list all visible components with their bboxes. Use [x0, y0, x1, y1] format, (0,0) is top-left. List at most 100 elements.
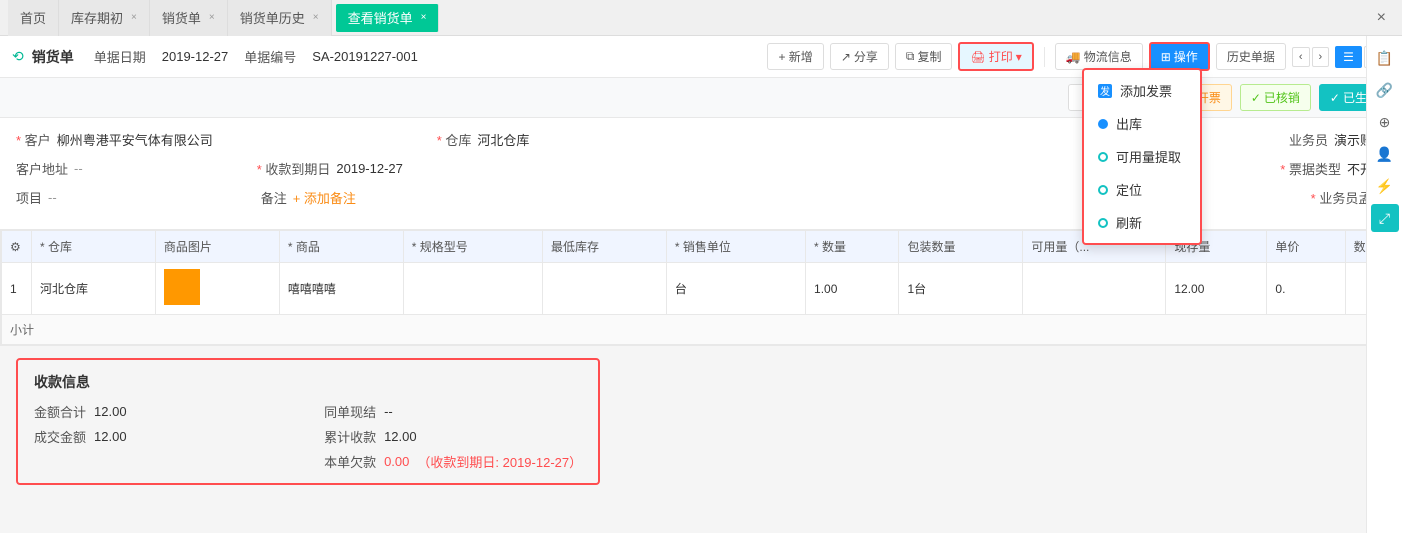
dropdown-menu: 发 添加发票 出库 可用量提取 定位 刷新 — [1082, 68, 1202, 245]
dropdown-outbound[interactable]: 出库 — [1084, 107, 1200, 140]
same-order-label: 同单现结 — [324, 402, 376, 421]
right-sidebar: 📋 🔗 ⊕ 👤 ⚡ ⤢ — [1366, 36, 1402, 533]
history-button[interactable]: 历史单据 — [1216, 43, 1286, 70]
tab-view-sale[interactable]: 查看销货单 × — [336, 4, 440, 32]
same-order-value: -- — [384, 404, 393, 419]
project-field: 项目 -- — [16, 188, 57, 207]
toolbar-actions: + 新增 ↗ 分享 ⧉ 复制 🖨 打印 ▾ 🚚 物流信息 — [767, 42, 1390, 71]
sidebar-user-icon[interactable]: 👤 — [1371, 140, 1399, 168]
tab-view-sale-close[interactable]: × — [421, 12, 427, 23]
th-unit: * 销售单位 — [666, 231, 805, 263]
confirm-button[interactable]: ✓ 已核销 — [1240, 84, 1311, 111]
data-table: ⚙ * 仓库 商品图片 * 商品 * 规格型号 最低库存 * 销售单位 * 数量… — [1, 230, 1401, 345]
address-label: 客户地址 — [16, 159, 68, 178]
copy-button[interactable]: ⧉ 复制 — [895, 43, 953, 70]
operate-icon: ⊞ — [1161, 50, 1171, 64]
no-label: 单据编号 — [244, 47, 296, 66]
cumulative-row: 累计收款 12.00 — [324, 427, 582, 446]
operate-button[interactable]: ⊞ 操作 — [1149, 42, 1210, 71]
tab-bar: 首页 库存期初 × 销货单 × 销货单历史 × 查看销货单 × × — [0, 0, 1402, 36]
sidebar-flash-icon[interactable]: ⚡ — [1371, 172, 1399, 200]
project-value: -- — [48, 190, 57, 205]
due-date-label: * 收款到期日 — [257, 159, 331, 178]
doc-meta: 单据日期 2019-12-27 单据编号 SA-20191227-001 — [94, 47, 418, 66]
date-value: 2019-12-27 — [162, 49, 229, 64]
dropdown-available[interactable]: 可用量提取 — [1084, 140, 1200, 173]
transaction-label: 成交金额 — [34, 427, 86, 446]
payment-title: 收款信息 — [34, 372, 582, 392]
total-label: 金额合计 — [34, 402, 86, 421]
salesperson2-label: * 业务员孟 — [1311, 188, 1372, 207]
dropdown-locate[interactable]: 定位 — [1084, 173, 1200, 206]
invoice-icon: 发 — [1098, 84, 1112, 98]
th-qty: * 数量 — [806, 231, 899, 263]
new-button[interactable]: + 新增 — [767, 43, 823, 70]
subtotal-row: 小计 — [2, 315, 1401, 345]
sidebar-link-icon[interactable]: 🔗 — [1371, 76, 1399, 104]
payment-grid: 金额合计 12.00 同单现结 -- 成交金额 12.00 累计收款 12.00 — [34, 402, 582, 471]
list-view-button[interactable]: ☰ — [1335, 46, 1362, 68]
cell-qty: 1.00 — [806, 263, 899, 315]
tab-sale-history[interactable]: 销货单历史 × — [228, 0, 332, 36]
warehouse-label: * 仓库 — [437, 130, 472, 149]
cell-spec — [403, 263, 542, 315]
tab-inventory-close[interactable]: × — [131, 12, 137, 23]
project-label: 项目 — [16, 188, 42, 207]
cell-img — [155, 263, 279, 315]
cell-available — [1023, 263, 1166, 315]
cell-price: 0. — [1267, 263, 1345, 315]
divider-1 — [1044, 47, 1045, 67]
tab-home[interactable]: 首页 — [8, 0, 59, 36]
next-button[interactable]: › — [1312, 47, 1330, 67]
check-icon: ✓ — [1251, 91, 1261, 105]
prev-button[interactable]: ‹ — [1292, 47, 1310, 67]
print-icon: 🖨 — [970, 50, 985, 64]
logistics-button[interactable]: 🚚 物流信息 — [1055, 43, 1143, 70]
address-value: -- — [74, 161, 83, 176]
salesperson-label: 业务员 — [1289, 130, 1328, 149]
dropdown-refresh[interactable]: 刷新 — [1084, 206, 1200, 239]
sidebar-add-icon[interactable]: ⊕ — [1371, 108, 1399, 136]
locate-icon — [1098, 185, 1108, 195]
cell-pack: 1台 — [899, 263, 1023, 315]
th-gear[interactable]: ⚙ — [2, 231, 32, 263]
add-note[interactable]: + 添加备注 — [293, 188, 356, 207]
th-product: * 商品 — [279, 231, 403, 263]
share-button[interactable]: ↗ 分享 — [830, 43, 889, 70]
refresh-icon — [1098, 218, 1108, 228]
payment-info: 收款信息 金额合计 12.00 同单现结 -- 成交金额 12.00 — [16, 358, 600, 485]
product-image — [164, 269, 200, 305]
note-field: 备注 + 添加备注 — [261, 188, 356, 207]
sidebar-clipboard-icon[interactable]: 📋 — [1371, 44, 1399, 72]
window-close-button[interactable]: × — [1369, 5, 1394, 30]
due-date-value: 2019-12-27 — [336, 161, 403, 176]
due-info: （收款到期日: 2019-12-27） — [417, 452, 582, 471]
customer-field: * 客户 柳州粤港平安气体有限公司 — [16, 130, 213, 149]
customer-label: * 客户 — [16, 130, 51, 149]
tab-inventory[interactable]: 库存期初 × — [59, 0, 150, 36]
logistics-icon: 🚚 — [1066, 50, 1081, 64]
no-value: SA-20191227-001 — [312, 49, 418, 64]
bottom-section: 收款信息 金额合计 12.00 同单现结 -- 成交金额 12.00 — [0, 346, 1402, 497]
transaction-value: 12.00 — [94, 429, 127, 444]
warehouse-field: * 仓库 河北仓库 — [437, 130, 530, 149]
cell-unit: 台 — [666, 263, 805, 315]
note-label: 备注 — [261, 188, 287, 207]
th-min-stock: 最低库存 — [542, 231, 666, 263]
sidebar-expand-icon[interactable]: ⤢ — [1371, 204, 1399, 232]
dropdown-add-invoice[interactable]: 发 添加发票 — [1084, 74, 1200, 107]
th-warehouse: * 仓库 — [32, 231, 156, 263]
tab-sale-close[interactable]: × — [209, 12, 215, 23]
effective-icon: ✓ — [1330, 91, 1340, 105]
subtotal-cell: 小计 — [2, 315, 1401, 345]
arrears-label: 本单欠款 — [324, 452, 376, 471]
nav-arrows: ‹ › — [1292, 47, 1329, 67]
table-container: ⚙ * 仓库 商品图片 * 商品 * 规格型号 最低库存 * 销售单位 * 数量… — [0, 229, 1402, 346]
print-button[interactable]: 🖨 打印 ▾ — [958, 42, 1033, 71]
th-spec: * 规格型号 — [403, 231, 542, 263]
cell-no: 1 — [2, 263, 32, 315]
outbound-icon — [1098, 119, 1108, 129]
tab-sale[interactable]: 销货单 × — [150, 0, 228, 36]
tab-sale-history-close[interactable]: × — [313, 12, 319, 23]
copy-icon: ⧉ — [906, 49, 915, 64]
